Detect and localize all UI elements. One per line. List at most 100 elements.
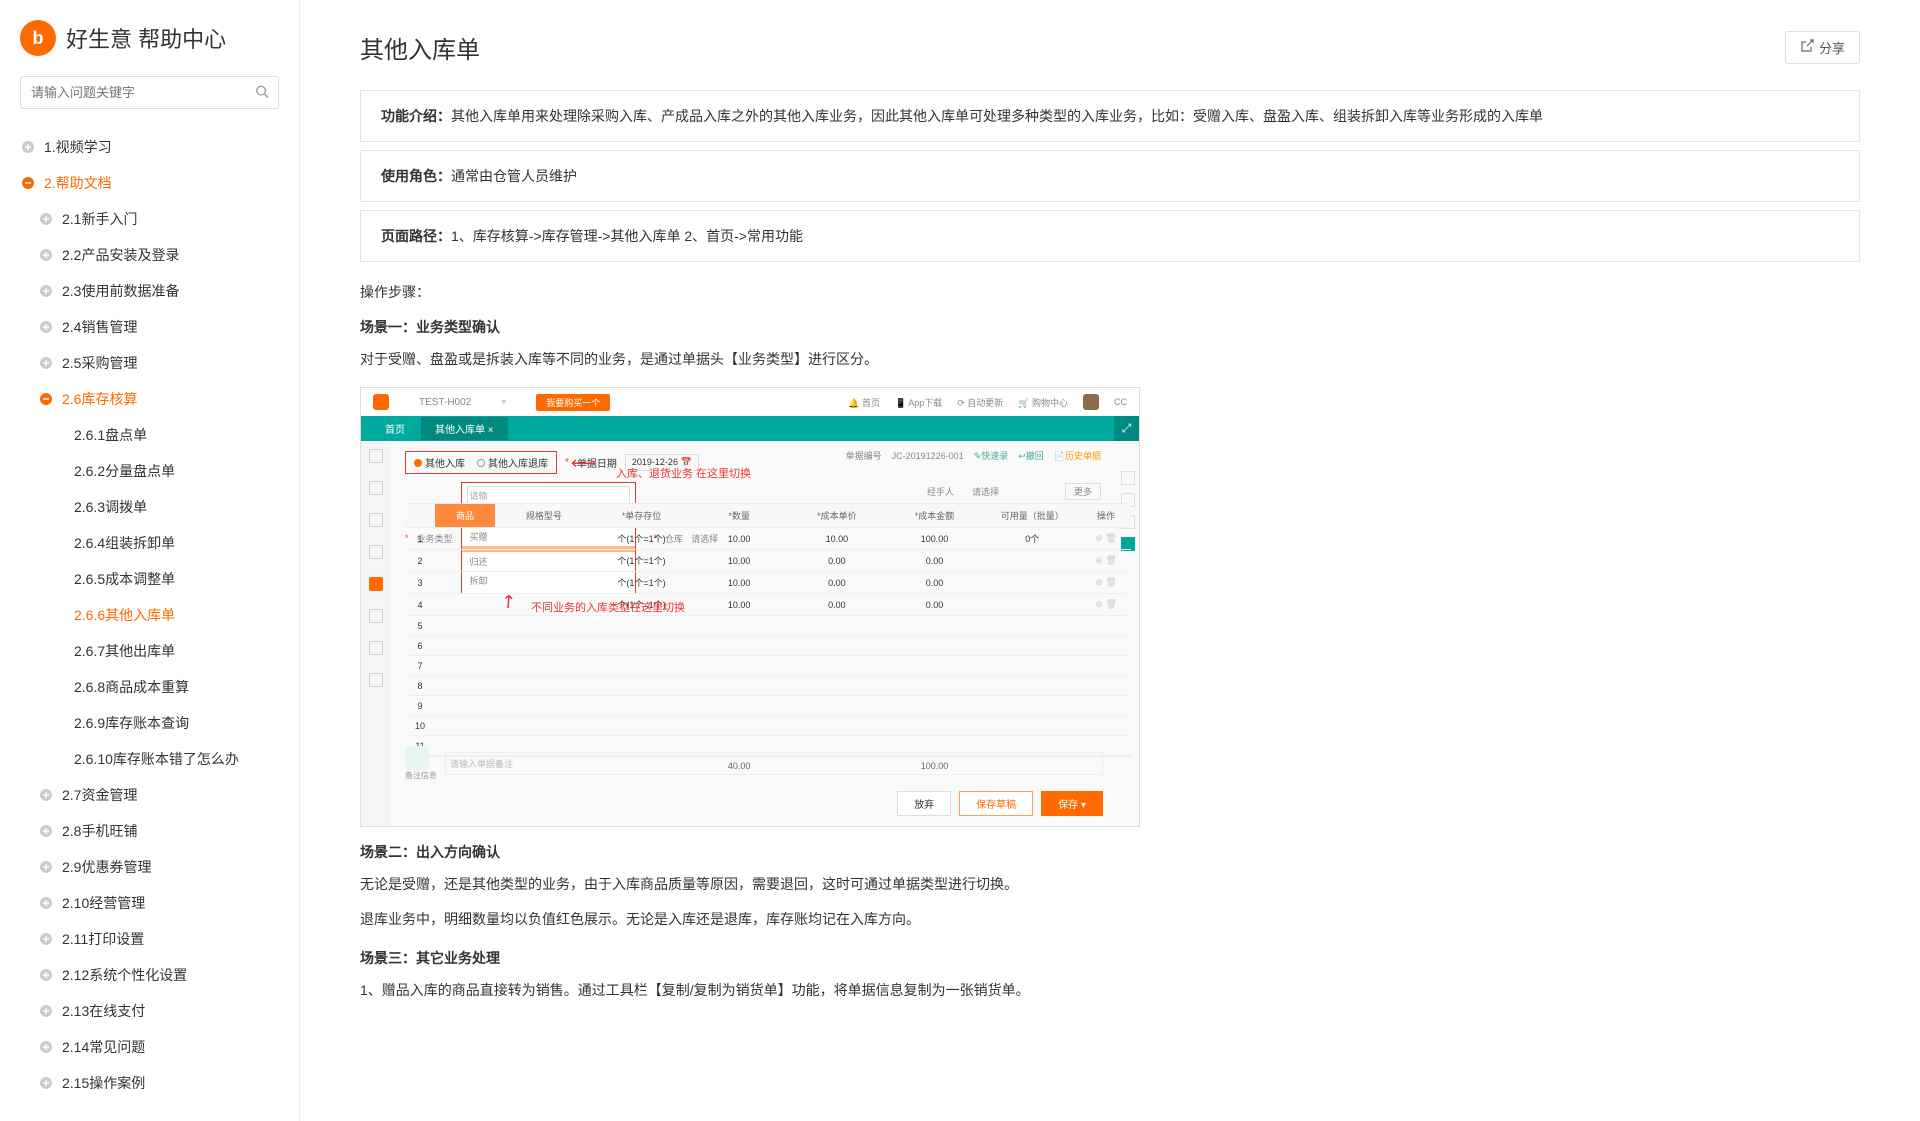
nav-item-2-1[interactable]: 2.1新手入门 xyxy=(38,201,279,237)
nav-label: 2.1新手入门 xyxy=(62,209,137,229)
shot-top-link: 🛒 购物中心 xyxy=(1018,396,1068,409)
shot-filter-right: 经手人 请选择 更多 xyxy=(927,483,1101,500)
nav-label: 2.11打印设置 xyxy=(62,929,144,949)
plus-icon xyxy=(38,355,54,371)
doc-label: 单据编号 xyxy=(846,449,882,462)
nav-top-docs[interactable]: 2.帮助文档 xyxy=(20,165,279,201)
shot-top-link: 📱 App下载 xyxy=(895,396,942,409)
plus-icon xyxy=(38,1075,54,1091)
plus-icon xyxy=(38,823,54,839)
shot-type-redbox: 其他入库 其他入库退库 xyxy=(405,451,557,474)
nav-item-2-6-10[interactable]: 2.6.10库存账本错了怎么办 xyxy=(56,741,279,777)
nav-item-2-9[interactable]: 2.9优惠券管理 xyxy=(38,849,279,885)
path-label: 页面路径： xyxy=(381,228,451,244)
nav-item-2-6-8[interactable]: 2.6.8商品成本重算 xyxy=(56,669,279,705)
table-row: 1个(1个=1个)10.0010.00100.000个⊕ 🗑 xyxy=(405,528,1131,550)
nav-item-2-6-2[interactable]: 2.6.2分量盘点单 xyxy=(56,453,279,489)
nav-item-2-4[interactable]: 2.4销售管理 xyxy=(38,309,279,345)
plus-icon xyxy=(38,931,54,947)
remark-label: 备注信息 xyxy=(405,770,437,781)
page-title: 其他入库单 xyxy=(360,30,480,65)
nav-item-2-5[interactable]: 2.5采购管理 xyxy=(38,345,279,381)
nav-label: 2.15操作案例 xyxy=(62,1073,145,1093)
page-header: 其他入库单 分享 xyxy=(360,30,1860,65)
main-content: 其他入库单 分享 功能介绍：其他入库单用来处理除采购入库、产成品入库之外的其他入… xyxy=(300,0,1920,1121)
th-ops: 操作 xyxy=(1081,504,1131,527)
table-row: 5 xyxy=(405,616,1131,636)
screenshot-scene1: TEST-H002 ▾ 我要购买一个 🔔 首页 📱 App下载 ⟳ 自动更新 🛒… xyxy=(360,387,1140,827)
nav-item-2-14[interactable]: 2.14常见问题 xyxy=(38,1029,279,1065)
shot-tab-expand-icon: ⤢ xyxy=(1114,416,1139,441)
nav-item-2-6[interactable]: 2.6库存核算 xyxy=(38,381,279,417)
nav-item-2-6-5[interactable]: 2.6.5成本调整单 xyxy=(56,561,279,597)
scene2-text1: 无论是受赠，还是其他类型的业务，由于入库商品质量等原因，需要退回，这时可通过单据… xyxy=(360,872,1860,897)
shot-leftbar xyxy=(361,441,391,826)
nav-item-2-7[interactable]: 2.7资金管理 xyxy=(38,777,279,813)
shot-top-right: 🔔 首页 📱 App下载 ⟳ 自动更新 🛒 购物中心 CC xyxy=(848,394,1127,410)
th-avail: 可用量（批量） xyxy=(983,504,1081,527)
plus-icon xyxy=(38,247,54,263)
leftbar-icon xyxy=(369,609,383,623)
shot-env: TEST-H002 xyxy=(419,397,471,408)
btn-draft: 保存草稿 xyxy=(959,791,1033,816)
plus-icon xyxy=(38,211,54,227)
nav-item-2-8[interactable]: 2.8手机旺铺 xyxy=(38,813,279,849)
th-num xyxy=(405,504,435,527)
leftbar-icon xyxy=(369,545,383,559)
scene2-text2: 退库业务中，明细数量均以负值红色展示。无论是入库还是退库，库存账均记在入库方向。 xyxy=(360,907,1860,932)
shot-footer: 备注信息 请输入单据备注 放弃 保存草稿 保存 ▾ xyxy=(405,746,1103,816)
shot-table: 商品 规格型号 *单存存位 *数量 *成本单价 *成本金额 可用量（批量） 操作… xyxy=(405,503,1131,775)
th-spec: 规格型号 xyxy=(495,504,593,527)
path-text: 1、库存核算->库存管理->其他入库单 2、首页->常用功能 xyxy=(451,228,803,244)
nav-item-2-6-7[interactable]: 2.6.7其他出库单 xyxy=(56,633,279,669)
nav-label: 2.4销售管理 xyxy=(62,317,137,337)
table-row: 7 xyxy=(405,656,1131,676)
nav-item-2-15[interactable]: 2.15操作案例 xyxy=(38,1065,279,1101)
link-quick: ✎快速录 xyxy=(974,449,1009,462)
remark-icon xyxy=(405,746,429,770)
nav-label: 2.14常见问题 xyxy=(62,1037,145,1057)
plus-icon xyxy=(38,1039,54,1055)
shot-tab-home: 首页 xyxy=(371,417,419,440)
nav-label: 2.13在线支付 xyxy=(62,1001,145,1021)
btn-discard: 放弃 xyxy=(897,791,951,816)
nav-item-2-13[interactable]: 2.13在线支付 xyxy=(38,993,279,1029)
table-row: 3个(1个=1个)10.000.000.00⊕ 🗑 xyxy=(405,572,1131,594)
nav-item-2-11[interactable]: 2.11打印设置 xyxy=(38,921,279,957)
share-button[interactable]: 分享 xyxy=(1785,31,1860,64)
nav-sub: 2.1新手入门 2.2产品安装及登录 2.3使用前数据准备 2.4销售管理 2.… xyxy=(20,201,279,1101)
handler-label: 经手人 xyxy=(927,485,954,498)
nav-item-2-2[interactable]: 2.2产品安装及登录 xyxy=(38,237,279,273)
scene3-title: 场景三：其它业务处理 xyxy=(360,948,1860,968)
nav-label: 2.帮助文档 xyxy=(44,173,112,193)
nav-item-2-10[interactable]: 2.10经营管理 xyxy=(38,885,279,921)
nav-item-2-6-1[interactable]: 2.6.1盘点单 xyxy=(56,417,279,453)
search-input[interactable] xyxy=(20,76,279,109)
nav-item-2-3[interactable]: 2.3使用前数据准备 xyxy=(38,273,279,309)
steps-label: 操作步骤： xyxy=(360,282,1860,302)
shot-body: 单据编号 JC-20191226-001 ✎快速录 ↩撤回 📄历史单据 其他入库… xyxy=(361,441,1139,826)
doc-val: JC-20191226-001 xyxy=(892,451,964,461)
leftbar-icon xyxy=(369,449,383,463)
nav-item-2-6-9[interactable]: 2.6.9库存账本查询 xyxy=(56,705,279,741)
nav-top-video[interactable]: 1.视频学习 xyxy=(20,129,279,165)
nav-item-2-6-3[interactable]: 2.6.3调拨单 xyxy=(56,489,279,525)
remark-input: 请输入单据备注 xyxy=(445,752,1103,775)
leftbar-icon xyxy=(369,481,383,495)
shot-meta-right: 单据编号 JC-20191226-001 ✎快速录 ↩撤回 📄历史单据 xyxy=(846,449,1101,462)
role-label: 使用角色： xyxy=(381,168,451,184)
nav-item-2-6-6[interactable]: 2.6.6其他入库单 xyxy=(56,597,279,633)
sidebar: b 好生意 帮助中心 1.视频学习 2.帮助文档 2.1新手入门 2.2产品安装… xyxy=(0,0,300,1121)
plus-icon xyxy=(38,967,54,983)
radio-return: 其他入库退库 xyxy=(477,455,548,470)
nav-item-2-6-4[interactable]: 2.6.4组装拆卸单 xyxy=(56,525,279,561)
link-revoke: ↩撤回 xyxy=(1018,449,1044,462)
site-title: 好生意 帮助中心 xyxy=(66,22,226,54)
nav-item-2-12[interactable]: 2.12系统个性化设置 xyxy=(38,957,279,993)
th-qty: *数量 xyxy=(690,504,788,527)
th-product: 商品 xyxy=(435,504,495,527)
nav-label: 2.8手机旺铺 xyxy=(62,821,137,841)
handler-ph: 请选择 xyxy=(972,485,999,498)
plus-icon xyxy=(38,787,54,803)
table-row: 9 xyxy=(405,696,1131,716)
